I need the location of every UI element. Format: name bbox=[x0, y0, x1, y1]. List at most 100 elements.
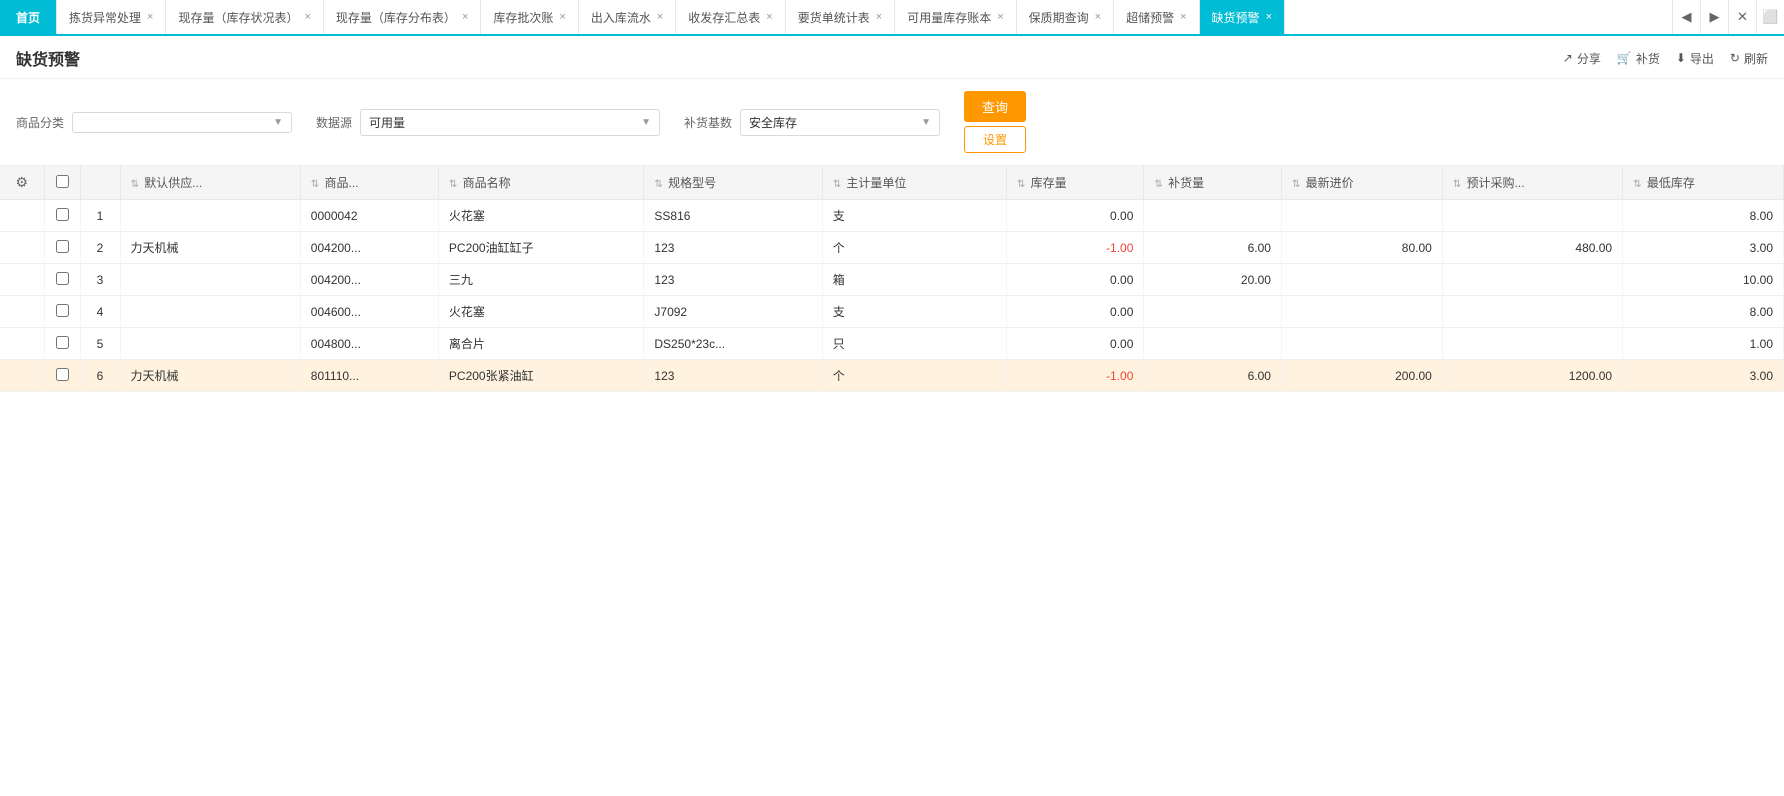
tab-inventory-dist[interactable]: 现存量（库存分布表） × bbox=[324, 0, 481, 34]
basis-filter-group: 补货基数 安全库存 ▼ bbox=[684, 109, 940, 136]
table-row: 1 0000042 火花塞 SS816 支 0.00 8.00 bbox=[0, 200, 1784, 232]
tab-bar: 首页 拣货异常处理 × 现存量（库存状况表） × 现存量（库存分布表） × 库存… bbox=[0, 0, 1784, 36]
select-all-checkbox[interactable] bbox=[56, 175, 69, 188]
row-gear-cell bbox=[0, 296, 44, 328]
tab-inventory-status[interactable]: 现存量（库存状况表） × bbox=[166, 0, 323, 34]
row-stock-cell: -1.00 bbox=[1006, 360, 1144, 392]
tab-close-btn[interactable]: ✕ bbox=[1728, 0, 1756, 35]
share-button[interactable]: ↗ 分享 bbox=[1563, 50, 1601, 67]
col-header-code[interactable]: ⇅ 商品... bbox=[300, 166, 438, 200]
col-header-gear[interactable]: ⚙ bbox=[0, 166, 44, 200]
row-name-cell: 火花塞 bbox=[438, 296, 643, 328]
refresh-button[interactable]: ↻ 刷新 bbox=[1730, 50, 1768, 67]
tab-demand-stat-close[interactable]: × bbox=[876, 11, 882, 23]
col-header-spec[interactable]: ⇅ 规格型号 bbox=[644, 166, 822, 200]
col-header-checkbox[interactable] bbox=[44, 166, 80, 200]
row-gear-cell bbox=[0, 360, 44, 392]
table-row: 5 004800... 离合片 DS250*23c... 只 0.00 1.00 bbox=[0, 328, 1784, 360]
row-est-purchase-cell bbox=[1442, 328, 1622, 360]
tab-shortage-close[interactable]: × bbox=[1266, 11, 1272, 23]
page-header: 缺货预警 ↗ 分享 🛒 补货 ⬇ 导出 ↻ 刷新 bbox=[0, 36, 1784, 79]
tab-batch[interactable]: 库存批次账 × bbox=[481, 0, 578, 34]
tab-inout-flow-close[interactable]: × bbox=[657, 11, 663, 23]
tab-available-close[interactable]: × bbox=[997, 11, 1003, 23]
category-select[interactable]: ▼ bbox=[72, 112, 292, 133]
col-header-latest-price[interactable]: ⇅ 最新进价 bbox=[1281, 166, 1442, 200]
row-checkbox-cell[interactable] bbox=[44, 200, 80, 232]
tab-available-label: 可用量库存账本 bbox=[907, 9, 991, 26]
tab-inventory-status-close[interactable]: × bbox=[304, 11, 310, 23]
row-checkbox-cell[interactable] bbox=[44, 264, 80, 296]
export-button[interactable]: ⬇ 导出 bbox=[1676, 50, 1714, 67]
replenish-button[interactable]: 🛒 补货 bbox=[1617, 50, 1660, 67]
row-latest-price-cell: 200.00 bbox=[1281, 360, 1442, 392]
col-header-unit[interactable]: ⇅ 主计量单位 bbox=[822, 166, 1006, 200]
row-latest-price-cell bbox=[1281, 264, 1442, 296]
tab-overstock[interactable]: 超储预警 × bbox=[1114, 0, 1199, 34]
tab-inventory-dist-close[interactable]: × bbox=[462, 11, 468, 23]
tab-inout-flow[interactable]: 出入库流水 × bbox=[579, 0, 676, 34]
tab-maximize-btn[interactable]: ⬜ bbox=[1756, 0, 1784, 35]
col-header-name[interactable]: ⇅ 商品名称 bbox=[438, 166, 643, 200]
table-row: 6 力天机械 801110... PC200张紧油缸 123 个 -1.00 6… bbox=[0, 360, 1784, 392]
col-header-min-stock[interactable]: ⇅ 最低库存 bbox=[1623, 166, 1784, 200]
row-min-stock-cell: 8.00 bbox=[1623, 296, 1784, 328]
tab-inout-flow-label: 出入库流水 bbox=[591, 9, 651, 26]
tab-expiry[interactable]: 保质期查询 × bbox=[1017, 0, 1114, 34]
query-button[interactable]: 查询 bbox=[964, 91, 1026, 122]
tab-expiry-close[interactable]: × bbox=[1095, 11, 1101, 23]
export-label: 导出 bbox=[1690, 50, 1714, 67]
tab-next-btn[interactable]: ▶ bbox=[1700, 0, 1728, 35]
row-checkbox[interactable] bbox=[56, 272, 69, 285]
table-container: ⚙ ⇅ 默认供应... ⇅ 商品... ⇅ bbox=[0, 166, 1784, 796]
header-actions: ↗ 分享 🛒 补货 ⬇ 导出 ↻ 刷新 bbox=[1563, 50, 1768, 67]
row-checkbox-cell[interactable] bbox=[44, 232, 80, 264]
row-supplier-cell: 力天机械 bbox=[120, 232, 300, 264]
gear-settings-icon[interactable]: ⚙ bbox=[15, 174, 28, 190]
row-gear-cell bbox=[0, 264, 44, 296]
tab-abnormal[interactable]: 拣货异常处理 × bbox=[57, 0, 166, 34]
tab-batch-close[interactable]: × bbox=[559, 11, 565, 23]
tab-demand-stat[interactable]: 要货单统计表 × bbox=[786, 0, 895, 34]
row-checkbox-cell[interactable] bbox=[44, 328, 80, 360]
tab-shortage[interactable]: 缺货预警 × bbox=[1200, 0, 1285, 34]
row-est-purchase-cell: 480.00 bbox=[1442, 232, 1622, 264]
table-body: 1 0000042 火花塞 SS816 支 0.00 8.00 2 力天机械 0… bbox=[0, 200, 1784, 392]
datasource-filter-label: 数据源 bbox=[316, 114, 352, 131]
row-checkbox[interactable] bbox=[56, 304, 69, 317]
row-checkbox[interactable] bbox=[56, 240, 69, 253]
row-checkbox-cell[interactable] bbox=[44, 296, 80, 328]
row-latest-price-cell: 80.00 bbox=[1281, 232, 1442, 264]
row-checkbox[interactable] bbox=[56, 368, 69, 381]
tab-inventory-status-label: 现存量（库存状况表） bbox=[178, 9, 298, 26]
datasource-select[interactable]: 可用量 ▼ bbox=[360, 109, 660, 136]
row-spec-cell: J7092 bbox=[644, 296, 822, 328]
col-header-supplier[interactable]: ⇅ 默认供应... bbox=[120, 166, 300, 200]
row-latest-price-cell bbox=[1281, 328, 1442, 360]
row-no-cell: 2 bbox=[80, 232, 120, 264]
row-latest-price-cell bbox=[1281, 296, 1442, 328]
row-checkbox[interactable] bbox=[56, 208, 69, 221]
col-header-stock[interactable]: ⇅ 库存量 bbox=[1006, 166, 1144, 200]
settings-button[interactable]: 设置 bbox=[964, 126, 1026, 153]
tab-available[interactable]: 可用量库存账本 × bbox=[895, 0, 1016, 34]
row-est-purchase-cell bbox=[1442, 264, 1622, 296]
category-filter-label: 商品分类 bbox=[16, 114, 64, 131]
row-replenish-cell bbox=[1144, 328, 1282, 360]
tab-overstock-close[interactable]: × bbox=[1180, 11, 1186, 23]
row-checkbox[interactable] bbox=[56, 336, 69, 349]
tab-abnormal-close[interactable]: × bbox=[147, 11, 153, 23]
col-header-replenish[interactable]: ⇅ 补货量 bbox=[1144, 166, 1282, 200]
tab-collection[interactable]: 收发存汇总表 × bbox=[676, 0, 785, 34]
row-stock-cell: 0.00 bbox=[1006, 296, 1144, 328]
col-header-est-purchase[interactable]: ⇅ 预计采购... bbox=[1442, 166, 1622, 200]
row-spec-cell: 123 bbox=[644, 360, 822, 392]
row-checkbox-cell[interactable] bbox=[44, 360, 80, 392]
tab-home[interactable]: 首页 bbox=[0, 0, 57, 34]
row-min-stock-cell: 8.00 bbox=[1623, 200, 1784, 232]
basis-select[interactable]: 安全库存 ▼ bbox=[740, 109, 940, 136]
tab-collection-close[interactable]: × bbox=[766, 11, 772, 23]
row-name-cell: PC200油缸缸子 bbox=[438, 232, 643, 264]
tab-prev-btn[interactable]: ◀ bbox=[1672, 0, 1700, 35]
min-stock-sort-icon: ⇅ bbox=[1633, 179, 1641, 190]
